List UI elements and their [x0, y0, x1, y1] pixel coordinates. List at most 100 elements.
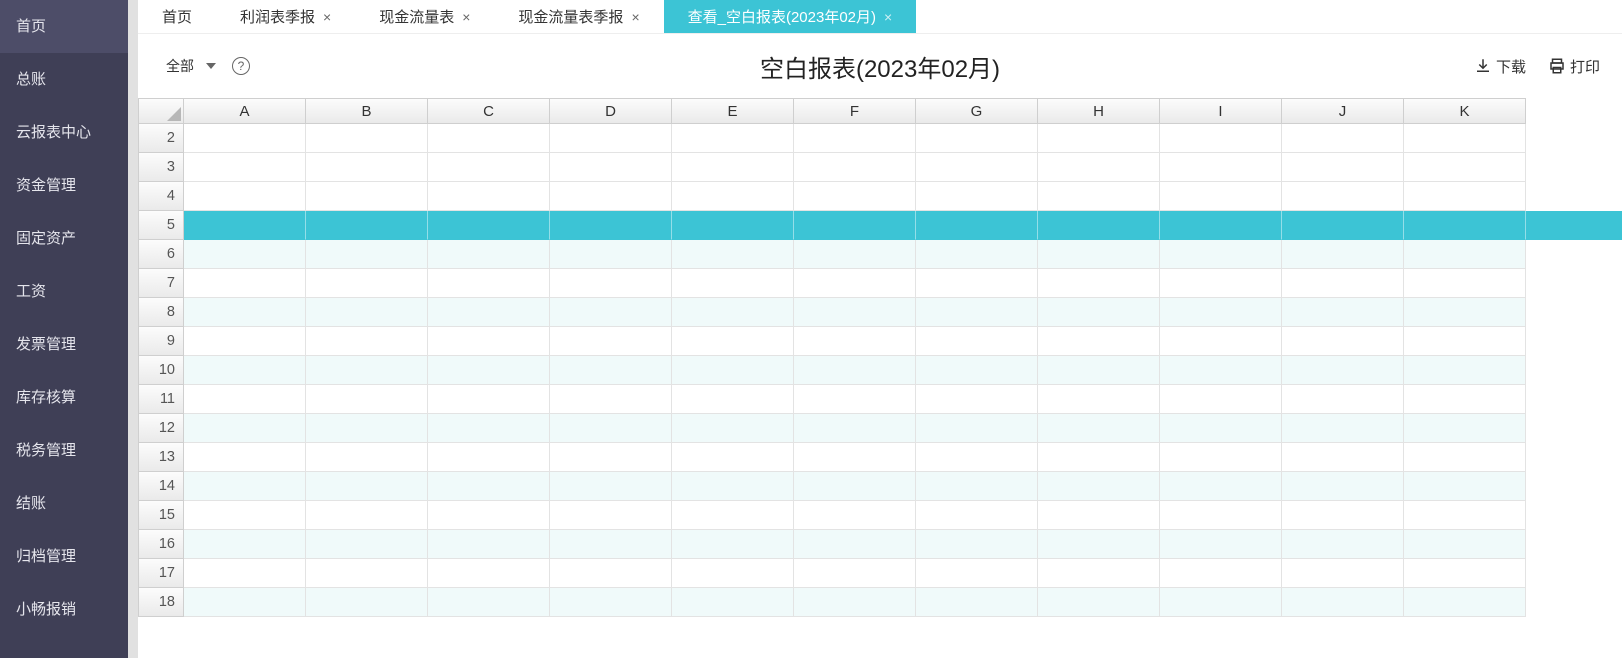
cell-H4[interactable] — [1038, 182, 1160, 211]
cell-F17[interactable] — [794, 559, 916, 588]
cell-A12[interactable] — [184, 414, 306, 443]
row-header-5[interactable]: 5 — [138, 211, 184, 240]
cell-K9[interactable] — [1404, 327, 1526, 356]
cell-B9[interactable] — [306, 327, 428, 356]
cell-F6[interactable] — [794, 240, 916, 269]
sidebar-scrollbar-gutter[interactable] — [128, 0, 138, 658]
cell-C4[interactable] — [428, 182, 550, 211]
row-header-8[interactable]: 8 — [138, 298, 184, 327]
column-header-K[interactable]: K — [1404, 98, 1526, 124]
cell-A17[interactable] — [184, 559, 306, 588]
cell-A6[interactable] — [184, 240, 306, 269]
cell-G12[interactable] — [916, 414, 1038, 443]
cell-J17[interactable] — [1282, 559, 1404, 588]
cell-B15[interactable] — [306, 501, 428, 530]
cell-J4[interactable] — [1282, 182, 1404, 211]
column-header-J[interactable]: J — [1282, 98, 1404, 124]
cell-G4[interactable] — [916, 182, 1038, 211]
cell-F9[interactable] — [794, 327, 916, 356]
tab-4[interactable]: 查看_空白报表(2023年02月)× — [664, 0, 917, 33]
cell-G10[interactable] — [916, 356, 1038, 385]
cell-B2[interactable] — [306, 124, 428, 153]
cell-D5[interactable] — [550, 211, 672, 240]
row-header-9[interactable]: 9 — [138, 327, 184, 356]
cell-E5[interactable] — [672, 211, 794, 240]
cell-F18[interactable] — [794, 588, 916, 617]
cell-I18[interactable] — [1160, 588, 1282, 617]
cell-I14[interactable] — [1160, 472, 1282, 501]
sidebar-item-11[interactable]: 小畅报销 — [0, 583, 128, 636]
cell-H15[interactable] — [1038, 501, 1160, 530]
tab-3[interactable]: 现金流量表季报× — [494, 0, 663, 33]
cell-J9[interactable] — [1282, 327, 1404, 356]
cell-A15[interactable] — [184, 501, 306, 530]
cell-J6[interactable] — [1282, 240, 1404, 269]
cell-G16[interactable] — [916, 530, 1038, 559]
cell-F5[interactable] — [794, 211, 916, 240]
cell-C13[interactable] — [428, 443, 550, 472]
cell-J11[interactable] — [1282, 385, 1404, 414]
row-header-11[interactable]: 11 — [138, 385, 184, 414]
sidebar-item-6[interactable]: 发票管理 — [0, 318, 128, 371]
row-header-14[interactable]: 14 — [138, 472, 184, 501]
cell-C14[interactable] — [428, 472, 550, 501]
cell-J14[interactable] — [1282, 472, 1404, 501]
cell-G14[interactable] — [916, 472, 1038, 501]
sidebar-item-9[interactable]: 结账 — [0, 477, 128, 530]
close-icon[interactable]: × — [884, 10, 892, 24]
sidebar-item-1[interactable]: 总账 — [0, 53, 128, 106]
cell-I3[interactable] — [1160, 153, 1282, 182]
column-header-B[interactable]: B — [306, 98, 428, 124]
cell-D17[interactable] — [550, 559, 672, 588]
column-header-G[interactable]: G — [916, 98, 1038, 124]
cell-G7[interactable] — [916, 269, 1038, 298]
cell-K7[interactable] — [1404, 269, 1526, 298]
cell-C6[interactable] — [428, 240, 550, 269]
cell-C7[interactable] — [428, 269, 550, 298]
cell-B13[interactable] — [306, 443, 428, 472]
row-header-6[interactable]: 6 — [138, 240, 184, 269]
cell-D3[interactable] — [550, 153, 672, 182]
cell-D15[interactable] — [550, 501, 672, 530]
cell-I16[interactable] — [1160, 530, 1282, 559]
cell-F14[interactable] — [794, 472, 916, 501]
cell-D8[interactable] — [550, 298, 672, 327]
cell-C2[interactable] — [428, 124, 550, 153]
cell-G15[interactable] — [916, 501, 1038, 530]
cell-E13[interactable] — [672, 443, 794, 472]
cell-H18[interactable] — [1038, 588, 1160, 617]
cell-E18[interactable] — [672, 588, 794, 617]
cell-I5[interactable] — [1160, 211, 1282, 240]
cell-F10[interactable] — [794, 356, 916, 385]
cell-A14[interactable] — [184, 472, 306, 501]
cell-H14[interactable] — [1038, 472, 1160, 501]
cell-E2[interactable] — [672, 124, 794, 153]
cell-D14[interactable] — [550, 472, 672, 501]
sidebar-item-4[interactable]: 固定资产 — [0, 212, 128, 265]
cell-F2[interactable] — [794, 124, 916, 153]
cell-B12[interactable] — [306, 414, 428, 443]
cell-F12[interactable] — [794, 414, 916, 443]
cell-K15[interactable] — [1404, 501, 1526, 530]
close-icon[interactable]: × — [462, 10, 470, 24]
cell-F15[interactable] — [794, 501, 916, 530]
cell-H2[interactable] — [1038, 124, 1160, 153]
cell-E6[interactable] — [672, 240, 794, 269]
cell-B17[interactable] — [306, 559, 428, 588]
cell-F7[interactable] — [794, 269, 916, 298]
cell-C3[interactable] — [428, 153, 550, 182]
cell-G11[interactable] — [916, 385, 1038, 414]
cell-B6[interactable] — [306, 240, 428, 269]
column-header-D[interactable]: D — [550, 98, 672, 124]
cell-C17[interactable] — [428, 559, 550, 588]
column-header-E[interactable]: E — [672, 98, 794, 124]
cell-G9[interactable] — [916, 327, 1038, 356]
cell-E14[interactable] — [672, 472, 794, 501]
cell-E3[interactable] — [672, 153, 794, 182]
cell-K17[interactable] — [1404, 559, 1526, 588]
cell-D2[interactable] — [550, 124, 672, 153]
cell-J3[interactable] — [1282, 153, 1404, 182]
cell-E9[interactable] — [672, 327, 794, 356]
cell-J13[interactable] — [1282, 443, 1404, 472]
help-icon[interactable]: ? — [232, 57, 250, 75]
